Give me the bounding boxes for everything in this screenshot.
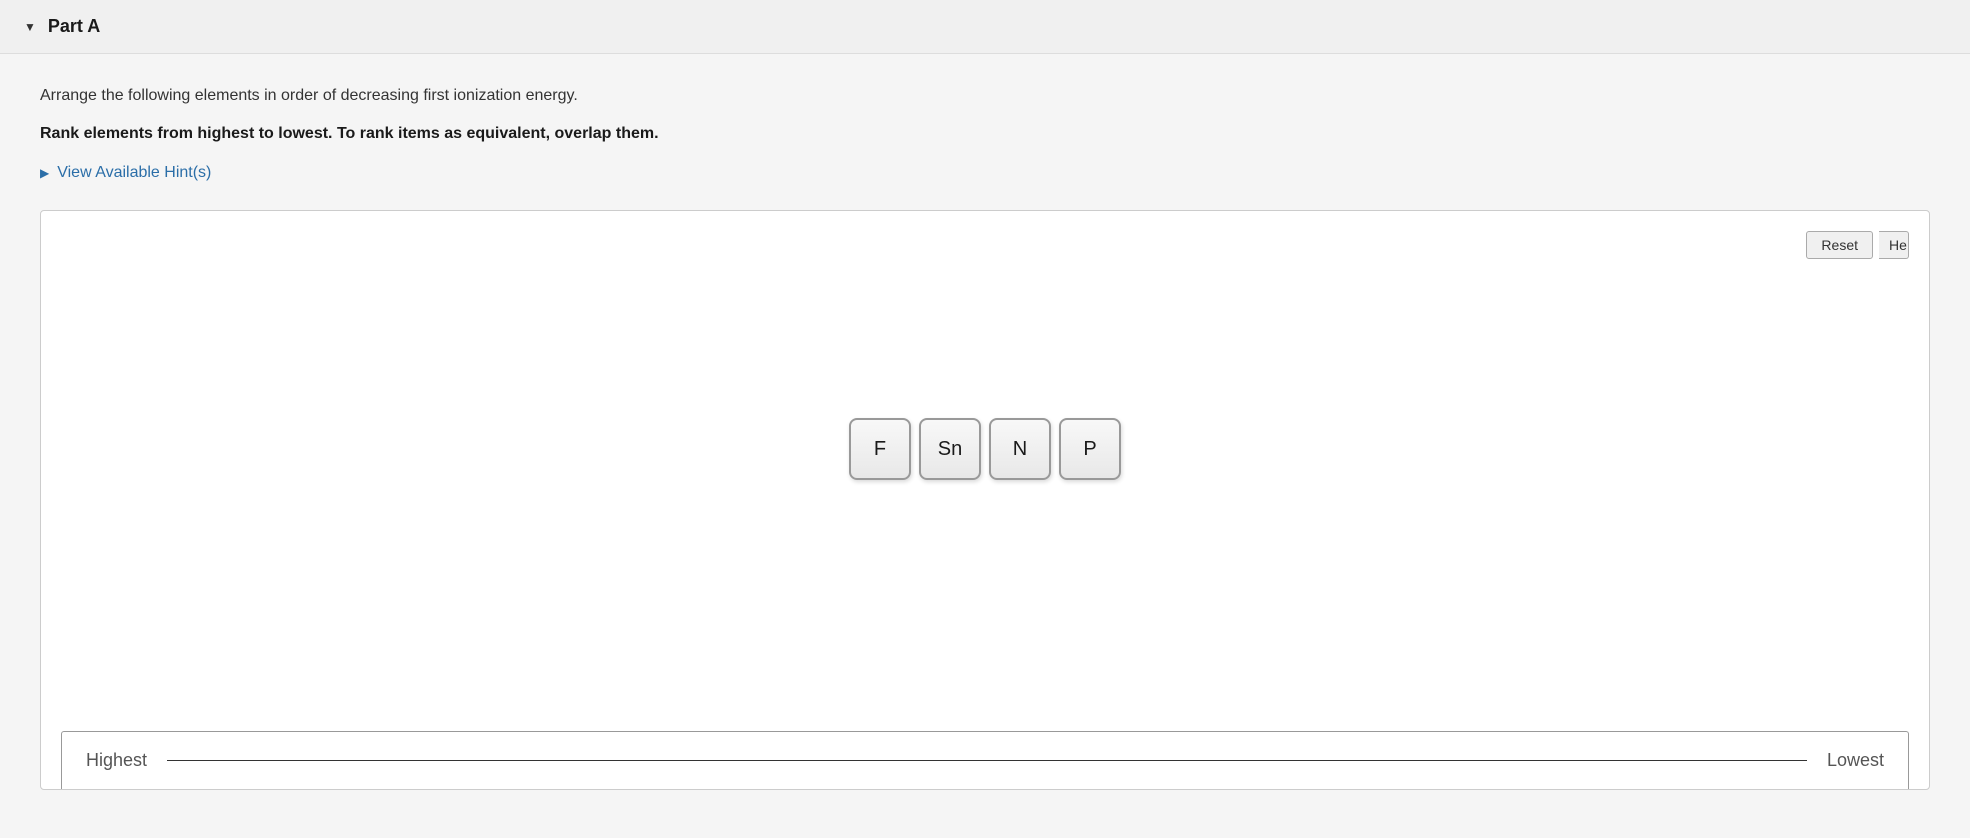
hint-link[interactable]: ▶ View Available Hint(s) [40, 164, 1930, 182]
element-tile-F[interactable]: F [849, 418, 911, 480]
element-tile-Sn[interactable]: Sn [919, 418, 981, 480]
ranking-bar[interactable]: Highest Lowest [61, 731, 1909, 789]
rank-instruction: Rank elements from highest to lowest. To… [40, 122, 1930, 146]
page-container: ▼ Part A Arrange the following elements … [0, 0, 1970, 838]
hint-arrow-icon: ▶ [40, 166, 49, 180]
ranking-line [167, 760, 1807, 761]
element-tile-N[interactable]: N [989, 418, 1051, 480]
content-area: Arrange the following elements in order … [0, 54, 1970, 820]
interactive-box: Reset He F Sn N P Highest Lowest [40, 210, 1930, 790]
instruction-text: Arrange the following elements in order … [40, 84, 1930, 108]
reset-button[interactable]: Reset [1806, 231, 1873, 259]
lowest-label: Lowest [1827, 750, 1884, 771]
part-header: ▼ Part A [0, 0, 1970, 54]
ranking-bar-container: Highest Lowest [41, 731, 1929, 789]
top-buttons: Reset He [61, 231, 1909, 259]
element-tile-P[interactable]: P [1059, 418, 1121, 480]
highest-label: Highest [86, 750, 147, 771]
help-button[interactable]: He [1879, 231, 1909, 259]
elements-area: F Sn N P [61, 269, 1909, 629]
hint-link-text: View Available Hint(s) [57, 164, 211, 182]
collapse-icon[interactable]: ▼ [24, 20, 36, 34]
part-title: Part A [48, 16, 100, 37]
